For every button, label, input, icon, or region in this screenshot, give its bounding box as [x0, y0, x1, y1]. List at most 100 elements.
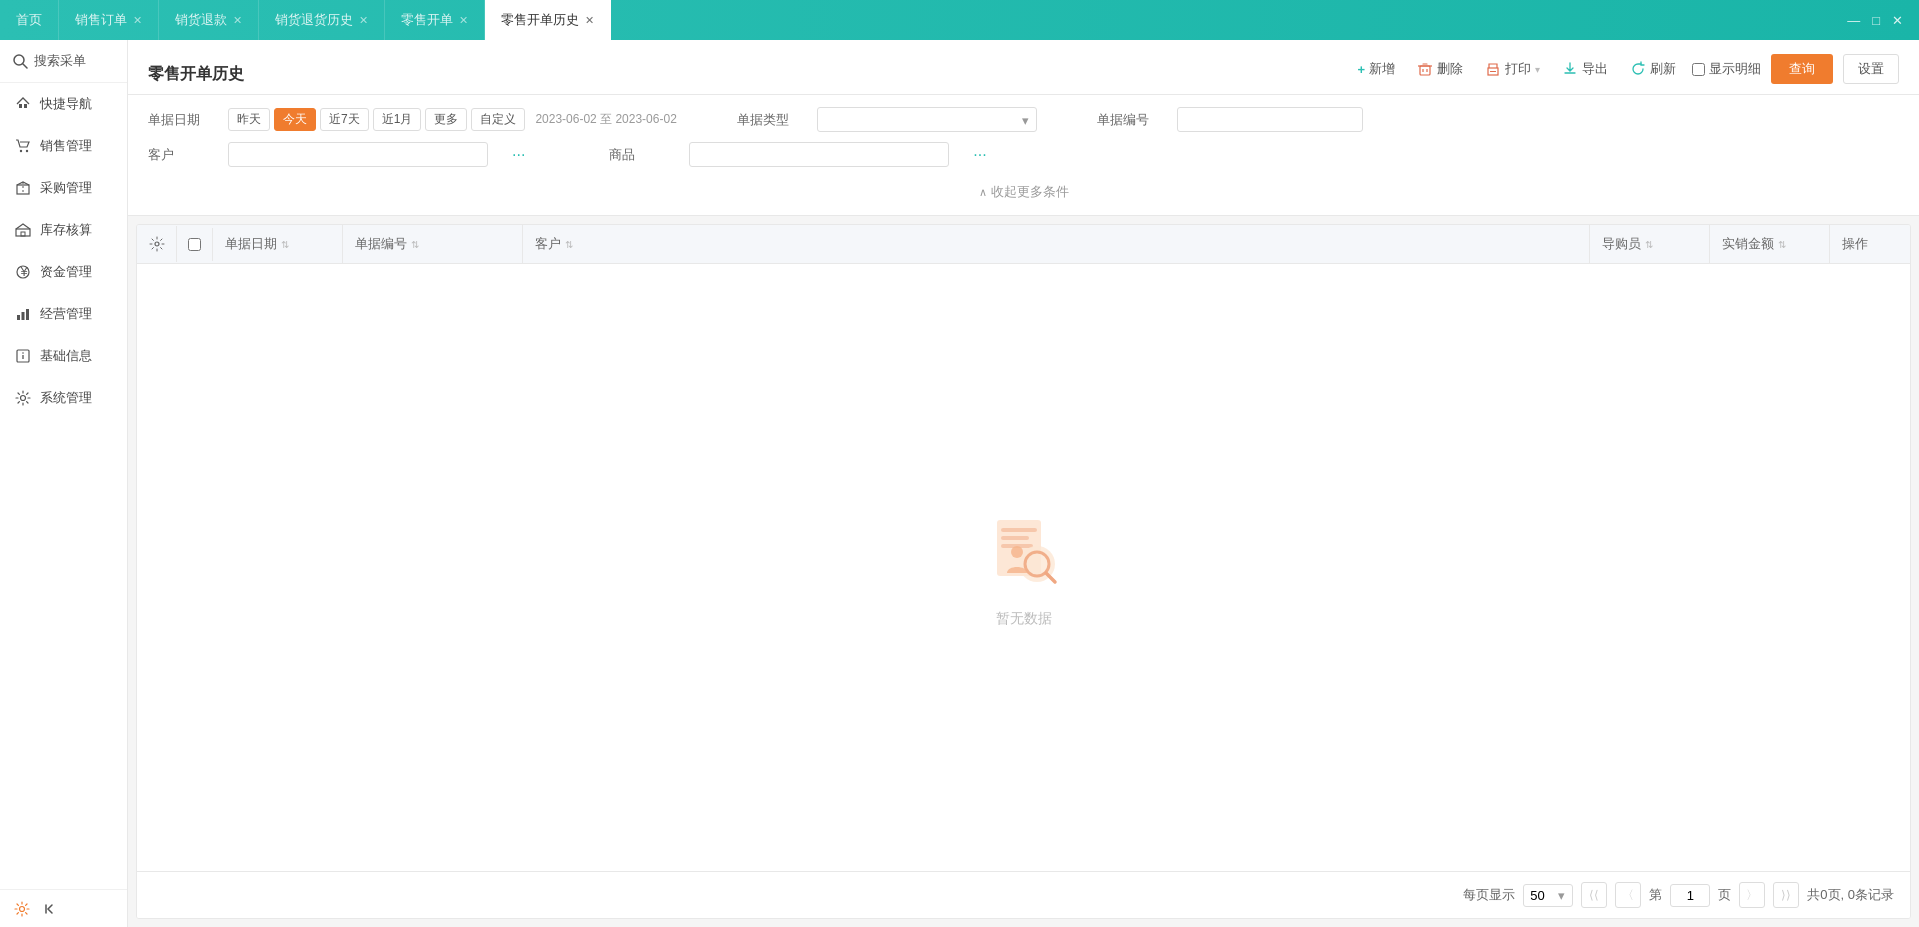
- next-page-btn[interactable]: 〉: [1739, 882, 1765, 908]
- delete-button[interactable]: 删除: [1411, 56, 1469, 82]
- collapse-sidebar-icon[interactable]: [42, 900, 58, 917]
- last-page-btn[interactable]: ⟩⟩: [1773, 882, 1799, 908]
- add-button[interactable]: + 新增: [1351, 56, 1401, 82]
- nav-tabs: 首页 销售订单 ✕ 销货退款 ✕ 销货退货历史 ✕ 零售开单 ✕ 零售开单历史 …: [0, 0, 1847, 40]
- product-input[interactable]: [689, 142, 949, 167]
- date-btn-custom[interactable]: 自定义: [471, 108, 525, 131]
- window-maximize-btn[interactable]: □: [1872, 13, 1880, 28]
- svg-text:¥: ¥: [20, 264, 29, 279]
- export-button[interactable]: 导出: [1556, 56, 1614, 82]
- svg-rect-29: [1001, 536, 1029, 540]
- svg-rect-13: [22, 312, 25, 320]
- sidebar-item-purchase-mgmt[interactable]: 采购管理: [0, 167, 127, 209]
- customer-dots[interactable]: ···: [508, 146, 529, 164]
- content-area: 零售开单历史 + 新增 删除 打印 ▾: [128, 40, 1919, 927]
- product-dots[interactable]: ···: [969, 146, 990, 164]
- sidebar-search[interactable]: 搜索采单: [0, 40, 127, 83]
- th-num[interactable]: 单据编号 ⇅: [343, 225, 523, 263]
- collapse-filter-bar[interactable]: ∧ 收起更多条件: [148, 177, 1899, 203]
- tab-retail-open-history[interactable]: 零售开单历史 ✕: [485, 0, 611, 40]
- sidebar-item-basic-info[interactable]: 基础信息: [0, 335, 127, 377]
- svg-rect-21: [1420, 66, 1430, 75]
- main-layout: 搜索采单 快捷导航 销售管理 采购管理 库存核算: [0, 40, 1919, 927]
- date-btn-more[interactable]: 更多: [425, 108, 467, 131]
- prev-page-btn[interactable]: 〈: [1615, 882, 1641, 908]
- column-settings-icon[interactable]: [137, 226, 177, 262]
- sidebar-item-finance[interactable]: ¥ 资金管理: [0, 251, 127, 293]
- page-size-select[interactable]: 10 20 50 100: [1523, 884, 1573, 907]
- pagination: 每页显示 10 20 50 100 ⟨⟨ 〈 第 页 〉 ⟩⟩ 共0页, 0条记…: [137, 871, 1910, 918]
- th-amount-label: 实销金额: [1722, 235, 1774, 253]
- sidebar-item-inventory[interactable]: 库存核算: [0, 209, 127, 251]
- tab-retail-open-close[interactable]: ✕: [459, 14, 468, 27]
- date-buttons: 昨天 今天 近7天 近1月 更多 自定义 2023-06-02 至 2023-0…: [228, 108, 677, 131]
- sidebar-item-operations[interactable]: 经营管理: [0, 293, 127, 335]
- settings-button[interactable]: 设置: [1843, 54, 1899, 84]
- svg-point-17: [22, 352, 24, 354]
- first-page-btn[interactable]: ⟨⟨: [1581, 882, 1607, 908]
- doc-num-input[interactable]: [1177, 107, 1363, 132]
- th-amount[interactable]: 实销金额 ⇅: [1710, 225, 1830, 263]
- tab-sales-return-close[interactable]: ✕: [233, 14, 242, 27]
- tab-sales-order-close[interactable]: ✕: [133, 14, 142, 27]
- window-actions: — □ ✕: [1847, 13, 1919, 28]
- top-nav-bar: 首页 销售订单 ✕ 销货退款 ✕ 销货退货历史 ✕ 零售开单 ✕ 零售开单历史 …: [0, 0, 1919, 40]
- date-label: 单据日期: [148, 111, 208, 129]
- date-btn-today[interactable]: 今天: [274, 108, 316, 131]
- delete-label: 删除: [1437, 60, 1463, 78]
- date-btn-last7[interactable]: 近7天: [320, 108, 369, 131]
- th-date[interactable]: 单据日期 ⇅: [213, 225, 343, 263]
- window-close-btn[interactable]: ✕: [1892, 13, 1903, 28]
- tab-sales-return-history[interactable]: 销货退货历史 ✕: [259, 0, 385, 40]
- window-minimize-btn[interactable]: —: [1847, 13, 1860, 28]
- refresh-button[interactable]: 刷新: [1624, 56, 1682, 82]
- table-wrapper: 单据日期 ⇅ 单据编号 ⇅ 客户 ⇅ 导购员 ⇅ 实销金额 ⇅: [136, 224, 1911, 919]
- empty-state: 暂无数据: [137, 264, 1910, 871]
- th-guide[interactable]: 导购员 ⇅: [1590, 225, 1710, 263]
- sidebar-bottom: [0, 889, 127, 927]
- sidebar-item-sys-mgmt[interactable]: 系统管理: [0, 377, 127, 419]
- th-num-label: 单据编号: [355, 235, 407, 253]
- tab-retail-open[interactable]: 零售开单 ✕: [385, 0, 485, 40]
- tab-sales-return[interactable]: 销货退款 ✕: [159, 0, 259, 40]
- doc-type-select[interactable]: [817, 107, 1037, 132]
- tab-sales-return-history-close[interactable]: ✕: [359, 14, 368, 27]
- cart-icon: [14, 137, 32, 155]
- gear-bottom-icon[interactable]: [14, 900, 30, 917]
- svg-rect-12: [17, 315, 20, 320]
- select-all-checkbox[interactable]: [188, 238, 201, 251]
- home-icon: [14, 95, 32, 113]
- sidebar-item-quick-nav[interactable]: 快捷导航: [0, 83, 127, 125]
- print-button[interactable]: 打印 ▾: [1479, 56, 1546, 82]
- table-header-checkbox[interactable]: [177, 228, 213, 261]
- svg-rect-25: [1490, 71, 1496, 72]
- svg-rect-14: [26, 309, 29, 320]
- doc-num-label: 单据编号: [1097, 111, 1157, 129]
- th-customer[interactable]: 客户 ⇅: [523, 225, 1590, 263]
- tab-home[interactable]: 首页: [0, 0, 59, 40]
- svg-line-1: [23, 64, 27, 68]
- th-customer-sort: ⇅: [565, 239, 573, 250]
- empty-icon: [979, 508, 1069, 598]
- date-btn-yesterday[interactable]: 昨天: [228, 108, 270, 131]
- sidebar-item-label-sales-mgmt: 销售管理: [40, 137, 92, 155]
- query-button[interactable]: 查询: [1771, 54, 1833, 84]
- print-icon: [1485, 61, 1501, 78]
- show-detail-checkbox[interactable]: [1692, 63, 1705, 76]
- customer-input[interactable]: [228, 142, 488, 167]
- tab-retail-open-history-label: 零售开单历史: [501, 11, 579, 29]
- sidebar-item-label-sys-mgmt: 系统管理: [40, 389, 92, 407]
- page-size-label: 每页显示: [1463, 886, 1515, 904]
- page-label: 第: [1649, 886, 1662, 904]
- svg-point-18: [21, 396, 26, 401]
- date-btn-last1m[interactable]: 近1月: [373, 108, 422, 131]
- tab-retail-open-history-close[interactable]: ✕: [585, 14, 594, 27]
- show-detail-checkbox-label[interactable]: 显示明细: [1692, 60, 1761, 78]
- page-header: 零售开单历史 + 新增 删除 打印 ▾: [128, 40, 1919, 95]
- tab-sales-order[interactable]: 销售订单 ✕: [59, 0, 159, 40]
- page-number-input[interactable]: [1670, 884, 1710, 907]
- page-title: 零售开单历史: [148, 64, 244, 85]
- sidebar-item-sales-mgmt[interactable]: 销售管理: [0, 125, 127, 167]
- warehouse-icon: [14, 221, 32, 239]
- svg-point-4: [20, 150, 22, 152]
